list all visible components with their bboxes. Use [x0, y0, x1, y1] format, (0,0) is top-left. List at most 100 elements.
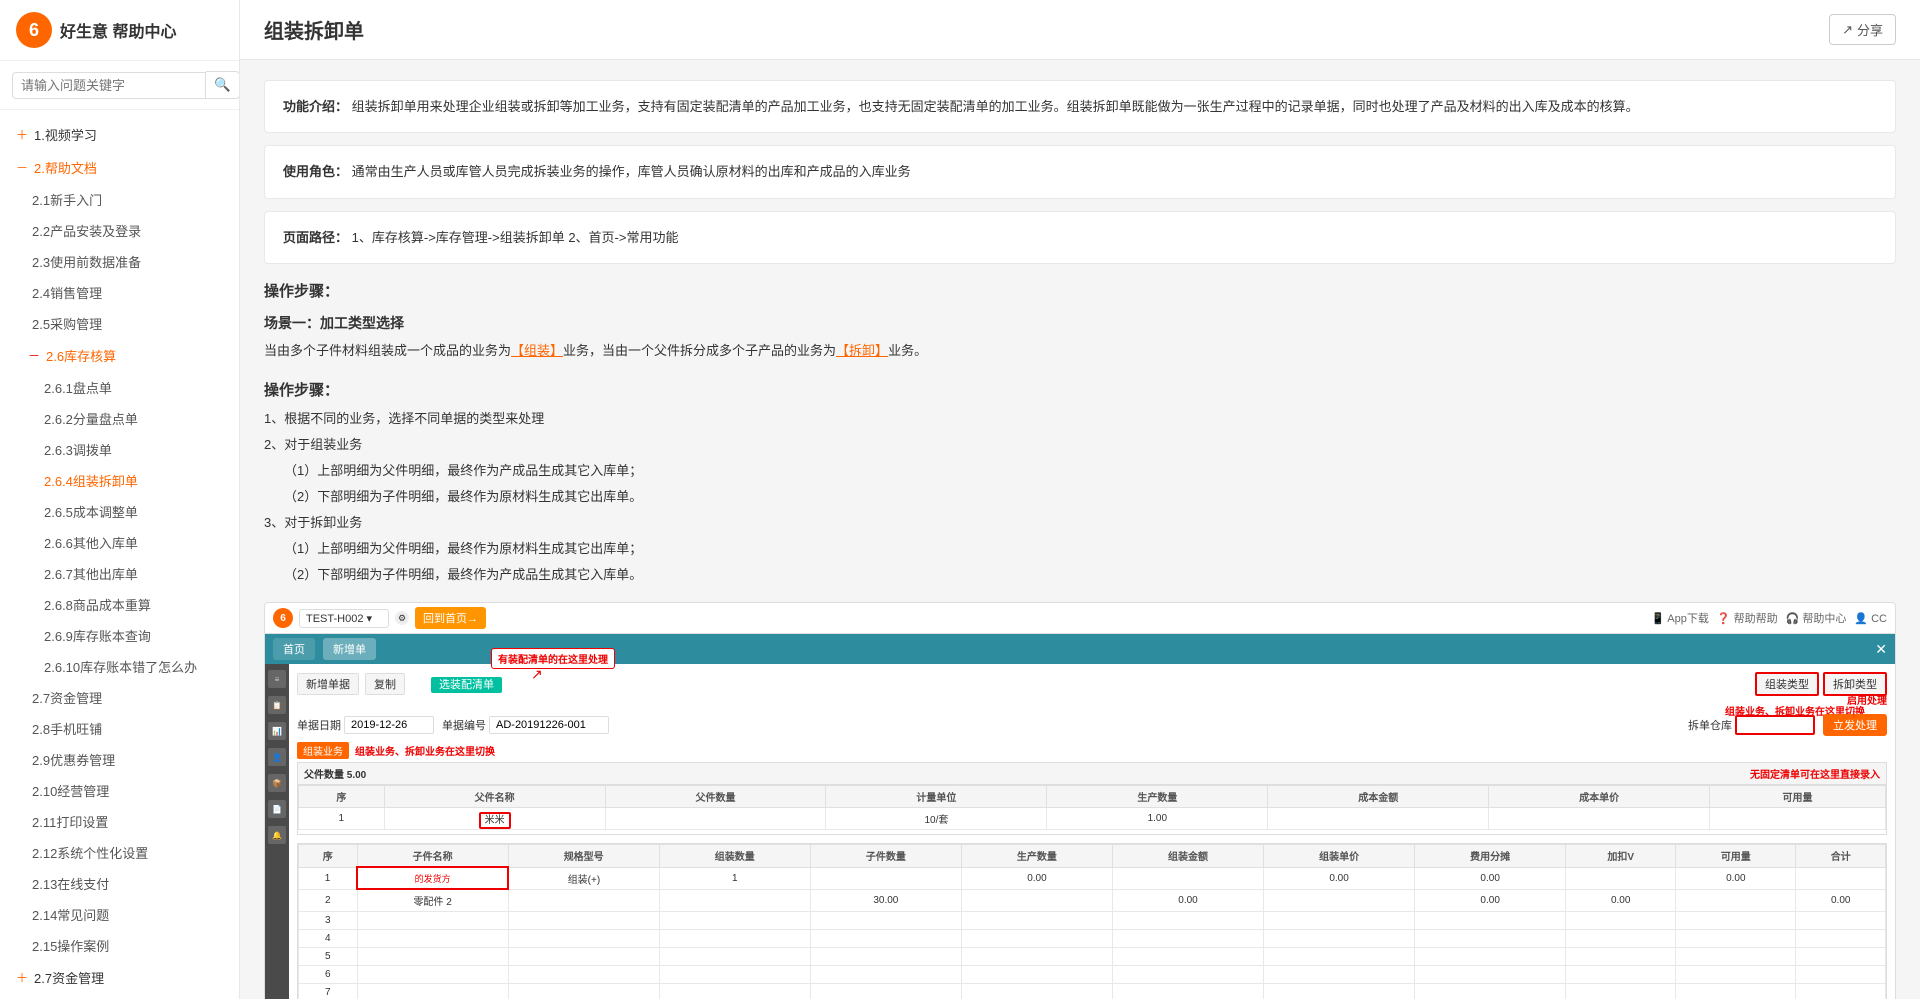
search-input[interactable] — [12, 72, 206, 99]
sidebar-item-adjust[interactable]: 2.6.3调拨单 — [0, 434, 239, 465]
path-label: 页面路径： — [283, 230, 348, 245]
main-header: 组装拆卸单 ↗ 分享 — [240, 0, 1920, 60]
mock-cell-qty — [605, 808, 826, 830]
mock-btn-copy[interactable]: 复制 — [365, 673, 405, 695]
mock-btn-add[interactable]: 新增单据 — [297, 673, 359, 695]
sidebar-item-other-in[interactable]: 2.6.6其他入库单 — [0, 527, 239, 558]
mock-org-select[interactable]: TEST-H002 ▾ — [299, 609, 389, 628]
mock-logo: 6 — [273, 608, 293, 628]
role-block: 使用角色： 通常由生产人员或库管人员完成拆装业务的操作，库管人员确认原材料的出库… — [264, 145, 1896, 198]
page-title: 组装拆卸单 — [264, 15, 364, 44]
sidebar-item-print[interactable]: 2.11打印设置 — [0, 806, 239, 837]
mock-settings-icon: ⚙ — [395, 611, 409, 625]
sidebar-item-assembly[interactable]: 2.6.4组装拆卸单 — [0, 465, 239, 496]
mock-col-unit: 计量单位 — [826, 786, 1047, 808]
mock-arrow-bom: ↗ — [531, 666, 543, 683]
mock-tab-home[interactable]: 首页 — [273, 638, 315, 660]
share-button[interactable]: ↗ 分享 — [1829, 14, 1896, 45]
sidebar-item-other-out[interactable]: 2.6.7其他出库单 — [0, 558, 239, 589]
sidebar-item-cost[interactable]: 2.6.5成本调整单 — [0, 496, 239, 527]
mock-btn-bom[interactable]: 选装配清单 — [431, 677, 502, 693]
mock-lcol-child-name: 子件名称 — [357, 845, 508, 868]
step-2-subs: （1）上部明细为父件明细，最终作为产成品生成其它入库单； （2）下部明细为子件明… — [284, 460, 1896, 508]
main-panel: 组装拆卸单 ↗ 分享 功能介绍： 组装拆卸单用来处理企业组装或拆卸等加工业务，支… — [240, 0, 1920, 999]
sidebar-item-docs[interactable]: － 2.帮助文档 — [0, 151, 239, 184]
sidebar-item-faq[interactable]: 2.14常见问题 — [0, 899, 239, 930]
mock-upper-label: 组装业务 组装业务、拆卸业务在这里切换 — [297, 742, 495, 759]
mock-lcol-adj: 加扣V — [1566, 845, 1676, 868]
table-row: 1 米米 10/套 1.00 — [299, 808, 1886, 830]
mock-tab-new[interactable]: 新增单 — [323, 638, 376, 660]
path-text: 1、库存核算->库存管理->组装拆卸单 2、首页->常用功能 — [352, 230, 679, 245]
mock-warehouse-input[interactable] — [1735, 715, 1815, 735]
mock-warehouse-field: 拆单仓库 — [1688, 715, 1815, 735]
mock-cell-prod: 1.00 — [1047, 808, 1268, 830]
table-row: 5 — [299, 948, 1886, 966]
mock-annotation-assembly: 组装业务、拆卸业务在这里切换 — [355, 743, 495, 758]
sidebar-item-finance-top[interactable]: ＋ 2.7资金管理 — [0, 961, 239, 994]
mock-upper-badge: 组装业务 — [297, 742, 349, 759]
screenshot-container: 6 TEST-H002 ▾ ⚙ 回到首页→ 📱 App下载 ❓ 帮助帮助 🎧 帮… — [264, 602, 1896, 999]
sidebar-item-data[interactable]: 2.3使用前数据准备 — [0, 246, 239, 277]
mock-num-input[interactable] — [489, 716, 609, 734]
sidebar-item-inventory[interactable]: 2.6.1盘点单 — [0, 372, 239, 403]
mock-upper-table-header: 父件数量 5.00 无固定清单可在这里直接录入 — [298, 763, 1886, 785]
mock-cell-seq: 1 — [299, 808, 385, 830]
sidebar-item-purchase[interactable]: 2.5采购管理 — [0, 308, 239, 339]
mock-parent-name-input[interactable]: 米米 — [479, 812, 511, 829]
sidebar-item-install[interactable]: 2.2产品安装及登录 — [0, 215, 239, 246]
sidebar-item-personal[interactable]: 2.12系统个性化设置 — [0, 837, 239, 868]
sidebar-item-new[interactable]: 2.1新手入门 — [0, 184, 239, 215]
step-3: 3、对于拆卸业务 — [264, 512, 1896, 534]
step-3-sub2: （2）下部明细为子件明细，最终作为产成品生成其它入库单。 — [284, 564, 1896, 586]
sidebar-item-warehouse[interactable]: － 2.6库存核算 — [0, 339, 239, 372]
mock-lcol-prod-qty: 生产数量 — [961, 845, 1112, 868]
mock-lcol-spec: 规格型号 — [508, 845, 659, 868]
step-3-subs: （1）上部明细为父件明细，最终作为原材料生成其它出库单； （2）下部明细为子件明… — [284, 538, 1896, 586]
sidebar-item-video[interactable]: ＋ 1.视频学习 — [0, 118, 239, 151]
mock-col-cost-price: 成本单价 — [1489, 786, 1710, 808]
mock-cell-cost-price — [1489, 808, 1710, 830]
sidebar-item-goods-cost[interactable]: 2.6.8商品成本重算 — [0, 589, 239, 620]
mock-annotation-process: 启用处理 — [1847, 692, 1887, 707]
mock-process-btn-wrapper: 启用处理 ↑ 立发处理 — [1823, 714, 1887, 736]
mock-col-avail: 可用量 — [1710, 786, 1886, 808]
mock-sidebar-icon-2: 📋 — [268, 696, 286, 714]
highlight-disassembly[interactable]: 【拆卸】 — [836, 343, 888, 358]
sidebar-item-ops[interactable]: 2.10经营管理 — [0, 775, 239, 806]
sidebar-item-split[interactable]: 2.6.2分量盘点单 — [0, 403, 239, 434]
sidebar-item-sales[interactable]: 2.4销售管理 — [0, 277, 239, 308]
step-2-sub2: （2）下部明细为子件明细，最终作为原材料生成其它出库单。 — [284, 486, 1896, 508]
mock-form-area: 新增单据 复制 有装配清单的在这里处理 ↗ 选装配清单 组装业务、拆卸业务在这里… — [289, 664, 1895, 999]
search-button[interactable]: 🔍 — [206, 71, 240, 99]
mock-lcol-child-qty: 子件数量 — [810, 845, 961, 868]
mock-help: ❓ 帮助帮助 — [1717, 610, 1778, 626]
mock-lcol-asm-amt: 组装金额 — [1112, 845, 1263, 868]
highlight-assembly[interactable]: 【组装】 — [511, 343, 563, 358]
mock-lower-table: 序 子件名称 规格型号 组装数量 子件数量 生产数量 组装金额 组装单价 费用分… — [298, 844, 1886, 999]
table-row: 3 — [299, 912, 1886, 930]
mock-date-input[interactable] — [344, 716, 434, 734]
mock-lcol-avail: 可用量 — [1676, 845, 1796, 868]
sidebar-item-cases[interactable]: 2.15操作案例 — [0, 930, 239, 961]
mock-nav-btn[interactable]: 回到首页→ — [415, 607, 486, 629]
mock-date-field: 单据日期 — [297, 716, 434, 734]
sidebar-item-finance[interactable]: 2.7资金管理 — [0, 682, 239, 713]
mock-titlebar-left: 6 TEST-H002 ▾ ⚙ 回到首页→ — [273, 607, 486, 629]
mock-num-label: 单据编号 — [442, 717, 486, 733]
mock-type-selector-wrapper: 有装配清单的在这里处理 ↗ 选装配清单 — [431, 676, 502, 692]
sidebar-item-mobile[interactable]: 2.8手机旺铺 — [0, 713, 239, 744]
sidebar-item-coupon[interactable]: 2.9优惠券管理 — [0, 744, 239, 775]
sidebar-item-stock-err[interactable]: 2.6.10库存账本错了怎么办 — [0, 651, 239, 682]
scenario1-heading: 场景一：加工类型选择 — [264, 313, 1896, 333]
scenario1-desc: 当由多个子件材料组装成一个成品的业务为【组装】业务，当由一个父件拆分成多个子产品… — [264, 339, 1896, 362]
mock-app-dl: 📱 App下载 — [1651, 610, 1709, 626]
mock-col-parent-name: 父件名称 — [384, 786, 605, 808]
mock-cell-unit: 10/套 — [826, 808, 1047, 830]
sidebar-item-stock-check[interactable]: 2.6.9库存账本查询 — [0, 620, 239, 651]
table-row: 7 — [299, 984, 1886, 999]
mock-btn-assembly-type[interactable]: 组装类型 — [1755, 672, 1819, 696]
sidebar-item-payment[interactable]: 2.13在线支付 — [0, 868, 239, 899]
sidebar-item-mobile-top[interactable]: ＋ 2.8手机旺铺 — [0, 994, 239, 999]
mock-window-close[interactable]: ✕ — [1875, 641, 1887, 658]
